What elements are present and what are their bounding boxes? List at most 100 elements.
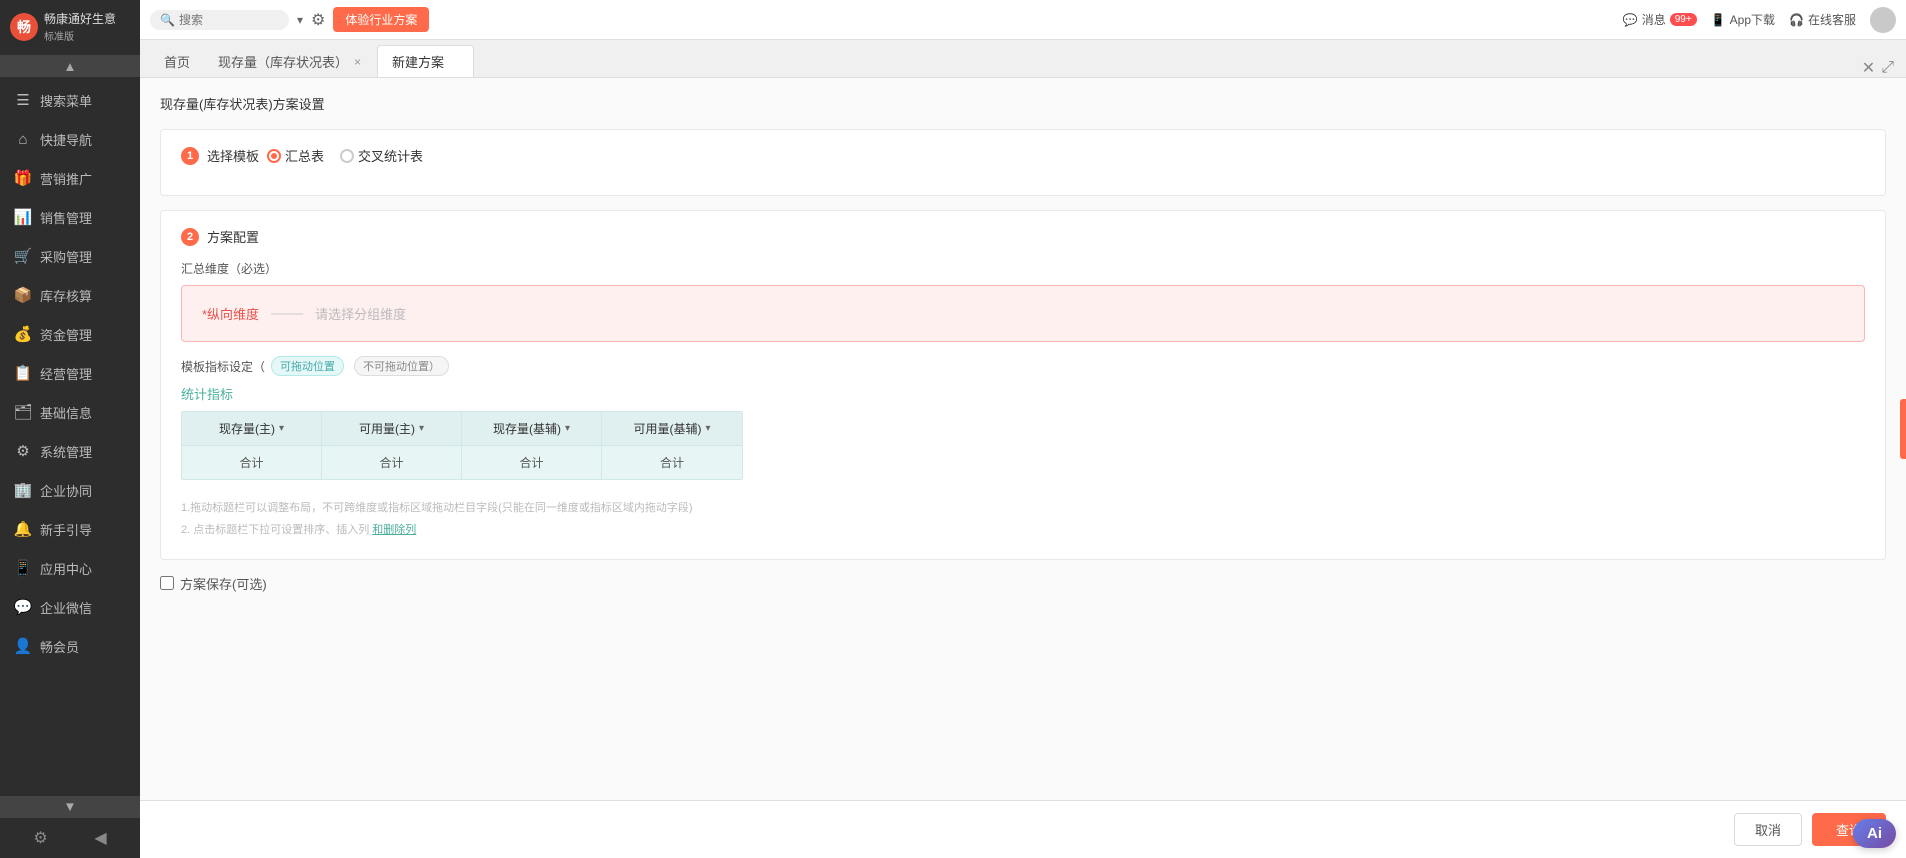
ai-badge[interactable]: Ai bbox=[1853, 819, 1896, 848]
cancel-button[interactable]: 取消 bbox=[1734, 813, 1802, 846]
sidebar-item-quick-nav[interactable]: ⌂ 快捷导航 bbox=[0, 120, 140, 159]
tag-draggable: 可拖动位置 bbox=[271, 356, 344, 376]
dim-separator: —— bbox=[271, 305, 303, 323]
save-section: 方案保存(可选) bbox=[160, 574, 1886, 593]
sidebar-item-search-menu[interactable]: ☰ 搜索菜单 bbox=[0, 81, 140, 120]
tips-section: 1.拖动标题栏可以调整布局，不可跨维度或指标区域拖动栏目字段(只能在同一维度或指… bbox=[181, 499, 1865, 541]
settings-button[interactable]: ⚙ bbox=[33, 828, 47, 848]
cart-icon: 🛒 bbox=[14, 247, 32, 265]
message-button[interactable]: 💬 消息 99+ bbox=[1623, 11, 1697, 28]
tab-inventory-close[interactable]: × bbox=[352, 55, 363, 69]
chart-icon: 📊 bbox=[14, 208, 32, 226]
search-icon: 🔍 bbox=[160, 13, 175, 27]
clipboard-icon: 📋 bbox=[14, 364, 32, 382]
tab-new-scheme[interactable]: 新建方案 × bbox=[377, 45, 474, 77]
dropdown-button[interactable]: ▾ bbox=[297, 13, 303, 27]
sidebar-item-purchase[interactable]: 🛒 采购管理 bbox=[0, 237, 140, 276]
sidebar-item-new-guide[interactable]: 🔔 新手引导 bbox=[0, 510, 140, 549]
col-1-chevron: ▾ bbox=[279, 423, 284, 434]
money-icon: 💰 bbox=[14, 325, 32, 343]
sidebar-item-app-center[interactable]: 📱 应用中心 bbox=[0, 549, 140, 588]
right-scroll-handle[interactable] bbox=[1900, 399, 1906, 459]
save-checkbox[interactable] bbox=[160, 576, 174, 590]
radio-dot-summary bbox=[267, 149, 281, 163]
radio-summary[interactable]: 汇总表 bbox=[267, 146, 324, 165]
collapse-button[interactable]: ◀ bbox=[94, 828, 106, 848]
indicator-label: 模板指标设定（ 可拖动位置 不可拖动位置） bbox=[181, 356, 1865, 376]
topbar-right: 💬 消息 99+ 📱 App下载 🎧 在线客服 bbox=[1623, 7, 1896, 33]
stats-title: 统计指标 bbox=[181, 384, 1865, 403]
col-2: 可用量(主) ▾ 合计 bbox=[322, 412, 462, 479]
sidebar-nav: ☰ 搜索菜单 ⌂ 快捷导航 🎁 营销推广 📊 销售管理 🛒 采购管理 📦 库存核… bbox=[0, 77, 140, 796]
folder-icon: 🗂 bbox=[14, 403, 32, 421]
close-panel-button[interactable]: ✕ bbox=[1862, 58, 1875, 78]
col-4-body: 合计 bbox=[602, 446, 742, 479]
tab-inventory-status[interactable]: 现存量（库存状况表） × bbox=[204, 46, 377, 77]
search-box: 🔍 bbox=[150, 10, 289, 30]
user-avatar[interactable] bbox=[1870, 7, 1896, 33]
sidebar-item-operations[interactable]: 📋 经营管理 bbox=[0, 354, 140, 393]
col-2-header[interactable]: 可用量(主) ▾ bbox=[322, 412, 461, 446]
tip2-link[interactable]: 和删除列 bbox=[372, 524, 416, 536]
radio-cross[interactable]: 交叉统计表 bbox=[340, 146, 423, 165]
sidebar-scroll-up[interactable]: ▲ bbox=[0, 56, 140, 77]
tab-controls: ✕ ⤢ bbox=[1862, 58, 1894, 78]
bell-icon: 🔔 bbox=[14, 520, 32, 538]
tip-2: 2. 点击标题栏下拉可设置排序、插入列 和删除列 bbox=[181, 521, 1865, 541]
tab-new-scheme-close[interactable]: × bbox=[448, 55, 459, 69]
sidebar-scroll-down[interactable]: ▼ bbox=[0, 796, 140, 817]
sidebar-item-inventory[interactable]: 📦 库存核算 bbox=[0, 276, 140, 315]
step2-title: 方案配置 bbox=[207, 227, 259, 246]
stats-section: 统计指标 现存量(主) ▾ 合计 bbox=[181, 384, 1865, 483]
sidebar: 畅 畅康通好生意 标准版 ▲ ☰ 搜索菜单 ⌂ 快捷导航 🎁 营销推广 📊 销售… bbox=[0, 0, 140, 858]
download-icon: 📱 bbox=[1711, 13, 1726, 27]
sidebar-item-system[interactable]: ⚙ 系统管理 bbox=[0, 432, 140, 471]
sidebar-item-marketing[interactable]: 🎁 营销推广 bbox=[0, 159, 140, 198]
page-title: 现存量(库存状况表)方案设置 bbox=[160, 94, 1886, 113]
section-choose-template: 1 选择模板 汇总表 交叉统计表 bbox=[160, 129, 1886, 196]
gear-icon: ⚙ bbox=[14, 442, 32, 460]
box-icon: 📦 bbox=[14, 286, 32, 304]
step2-badge: 2 bbox=[181, 228, 199, 246]
col-2-chevron: ▾ bbox=[419, 423, 424, 434]
app-download-button[interactable]: 📱 App下载 bbox=[1711, 11, 1775, 28]
save-label: 方案保存(可选) bbox=[180, 574, 267, 593]
col-1-header[interactable]: 现存量(主) ▾ bbox=[182, 412, 321, 446]
dimension-required-box: *纵向维度 —— 请选择分组维度 bbox=[181, 285, 1865, 342]
expand-panel-button[interactable]: ⤢ bbox=[1881, 59, 1894, 77]
mobile-icon: 📱 bbox=[14, 559, 32, 577]
step1-title: 选择模板 bbox=[207, 146, 259, 165]
sidebar-logo: 畅 畅康通好生意 标准版 bbox=[0, 0, 140, 56]
vertical-dim-label: *纵向维度 bbox=[202, 304, 259, 323]
col-1: 现存量(主) ▾ 合计 bbox=[182, 412, 322, 479]
sidebar-footer: ⚙ ◀ bbox=[0, 817, 140, 858]
topbar-gear-button[interactable]: ⚙ bbox=[311, 10, 325, 30]
col-4-chevron: ▾ bbox=[705, 423, 710, 434]
col-3-header[interactable]: 现存量(基辅) ▾ bbox=[462, 412, 601, 446]
sidebar-item-basic-info[interactable]: 🗂 基础信息 bbox=[0, 393, 140, 432]
message-icon: 💬 bbox=[1623, 13, 1638, 27]
tag-fixed: 不可拖动位置） bbox=[354, 356, 449, 376]
sidebar-item-enterprise[interactable]: 🏢 企业协同 bbox=[0, 471, 140, 510]
logo-text: 畅康通好生意 标准版 bbox=[44, 12, 116, 43]
home-icon: ⌂ bbox=[14, 130, 32, 148]
logo-icon: 畅 bbox=[10, 13, 38, 41]
tabs-bar: 首页 现存量（库存状况表） × 新建方案 × bbox=[140, 40, 1906, 78]
online-service-button[interactable]: 🎧 在线客服 bbox=[1789, 11, 1856, 28]
footer-actions: 取消 查询 bbox=[140, 800, 1906, 858]
col-1-body: 合计 bbox=[182, 446, 321, 479]
sidebar-item-wechat[interactable]: 💬 企业微信 bbox=[0, 588, 140, 627]
col-3: 现存量(基辅) ▾ 合计 bbox=[462, 412, 602, 479]
trial-button[interactable]: 体验行业方案 bbox=[333, 7, 429, 32]
section-scheme-config: 2 方案配置 汇总维度（必选） *纵向维度 —— 请选择分组维度 模板指标设定（… bbox=[160, 210, 1886, 560]
sidebar-item-finance[interactable]: 💰 资金管理 bbox=[0, 315, 140, 354]
indicator-settings: 模板指标设定（ 可拖动位置 不可拖动位置） 统计指标 现存量(主) ▾ bbox=[181, 356, 1865, 541]
dimension-label: 汇总维度（必选） bbox=[181, 260, 1865, 277]
col-4-header[interactable]: 可用量(基辅) ▾ bbox=[602, 412, 742, 446]
section1-header: 1 选择模板 汇总表 交叉统计表 bbox=[181, 146, 1865, 165]
section2-header: 2 方案配置 bbox=[181, 227, 1865, 246]
sidebar-item-sales[interactable]: 📊 销售管理 bbox=[0, 198, 140, 237]
sidebar-item-member[interactable]: 👤 畅会员 bbox=[0, 627, 140, 666]
search-input[interactable] bbox=[179, 13, 279, 27]
tab-home[interactable]: 首页 bbox=[150, 46, 204, 77]
